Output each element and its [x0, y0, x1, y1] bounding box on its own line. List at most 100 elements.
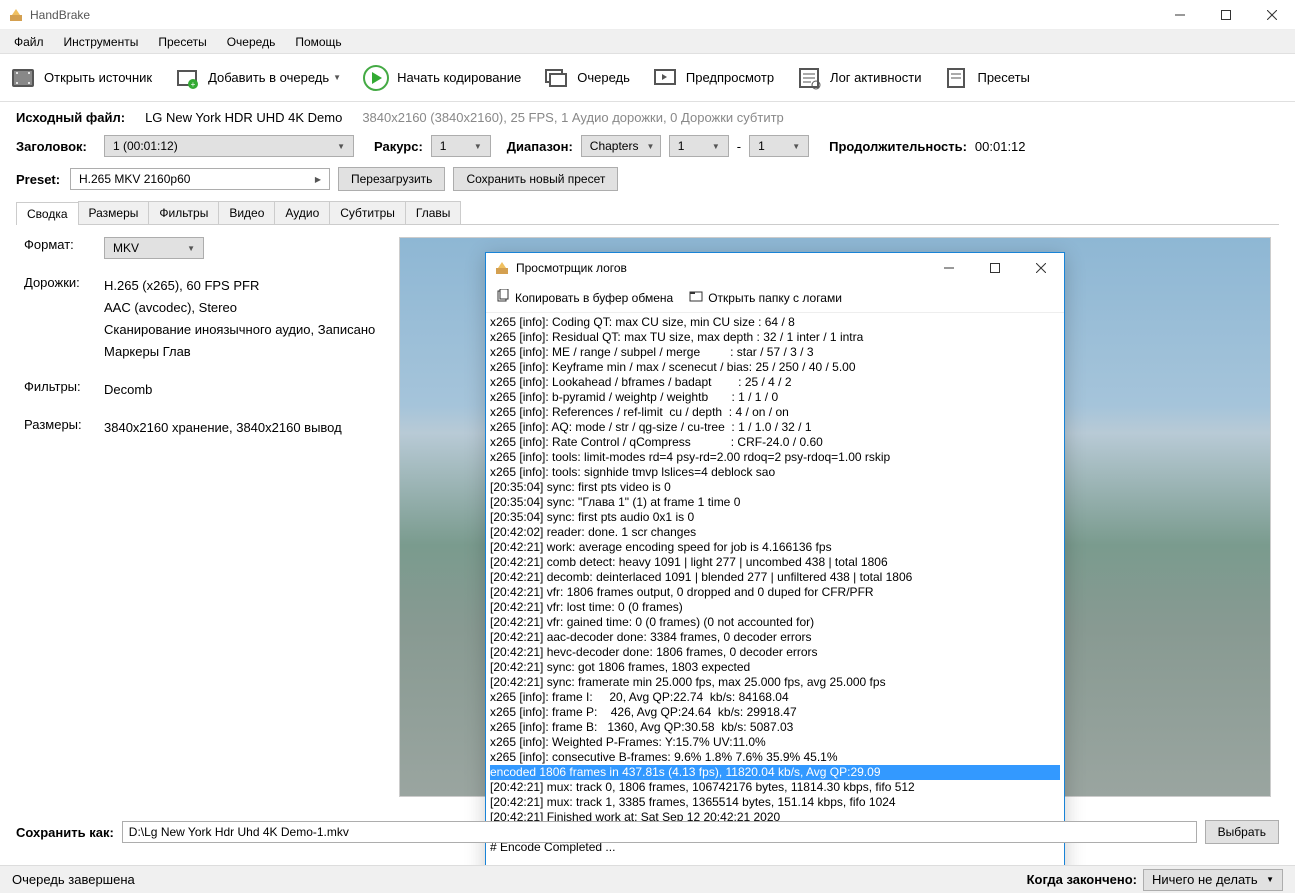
- log-line: x265 [info]: tools: signhide tmvp lslice…: [490, 465, 1060, 480]
- log-window-titlebar: Просмотрщик логов: [486, 253, 1064, 283]
- log-line: [20:35:04] sync: "Глава 1" (1) at frame …: [490, 495, 1060, 510]
- preview-icon: [650, 63, 680, 93]
- tab-summary[interactable]: Сводка: [16, 202, 79, 225]
- log-line: [20:42:21] vfr: gained time: 0 (0 frames…: [490, 615, 1060, 630]
- format-value: MKV: [113, 241, 139, 255]
- app-icon: [8, 7, 24, 23]
- save-as-row: Сохранить как: Выбрать: [16, 820, 1279, 844]
- range-label: Диапазон:: [507, 139, 573, 154]
- start-encode-label: Начать кодирование: [397, 70, 521, 85]
- log-line: [20:42:21] work: average encoding speed …: [490, 540, 1060, 555]
- activity-log-button[interactable]: Лог активности: [794, 63, 921, 93]
- queue-button[interactable]: Очередь: [541, 63, 630, 93]
- log-line: [20:42:21] vfr: lost time: 0 (0 frames): [490, 600, 1060, 615]
- chevron-right-icon: ▶: [315, 175, 321, 184]
- copy-log-button[interactable]: Копировать в буфер обмена: [496, 289, 673, 306]
- preset-combo[interactable]: H.265 MKV 2160p60 ▶: [70, 168, 330, 190]
- filters-label: Фильтры:: [24, 379, 104, 394]
- log-line: x265 [info]: AQ: mode / str / qg-size / …: [490, 420, 1060, 435]
- track-line: H.265 (x265), 60 FPS PFR: [104, 275, 375, 297]
- browse-button[interactable]: Выбрать: [1205, 820, 1279, 844]
- open-source-label: Открыть источник: [44, 70, 152, 85]
- menu-help[interactable]: Помощь: [285, 32, 351, 52]
- preset-value: H.265 MKV 2160p60: [79, 172, 190, 186]
- reload-preset-button[interactable]: Перезагрузить: [338, 167, 445, 191]
- add-queue-icon: +: [172, 63, 202, 93]
- tab-dimensions[interactable]: Размеры: [78, 201, 150, 224]
- chevron-down-icon: ▼: [333, 73, 341, 82]
- menu-tools[interactable]: Инструменты: [54, 32, 149, 52]
- presets-button[interactable]: Пресеты: [941, 63, 1029, 93]
- when-done-value: Ничего не делать: [1152, 872, 1258, 887]
- open-log-folder-button[interactable]: Открыть папку с логами: [689, 289, 842, 306]
- film-icon: [8, 63, 38, 93]
- log-line: x265 [info]: References / ref-limit cu /…: [490, 405, 1060, 420]
- menu-presets[interactable]: Пресеты: [148, 32, 216, 52]
- duration-value: 00:01:12: [975, 139, 1026, 154]
- log-text-area[interactable]: x265 [info]: Coding QT: max CU size, min…: [486, 313, 1064, 891]
- log-close-button[interactable]: [1018, 253, 1064, 283]
- range-dash: -: [737, 139, 741, 154]
- chevron-down-icon: ▼: [646, 142, 654, 151]
- range-from-combo[interactable]: 1▼: [669, 135, 729, 157]
- log-line: [20:42:21] hevc-decoder done: 1806 frame…: [490, 645, 1060, 660]
- log-line: x265 [info]: frame B: 1360, Avg QP:30.58…: [490, 720, 1060, 735]
- log-line: encoded 1806 frames in 437.81s (4.13 fps…: [490, 765, 1060, 780]
- tab-video[interactable]: Видео: [218, 201, 275, 224]
- window-close-button[interactable]: [1249, 0, 1295, 30]
- window-minimize-button[interactable]: [1157, 0, 1203, 30]
- window-maximize-button[interactable]: [1203, 0, 1249, 30]
- when-done-label: Когда закончено:: [1027, 872, 1137, 887]
- save-as-input[interactable]: [122, 821, 1197, 843]
- log-line: x265 [info]: Coding QT: max CU size, min…: [490, 315, 1060, 330]
- queue-status-text: Очередь завершена: [12, 872, 135, 887]
- log-line: x265 [info]: tools: limit-modes rd=4 psy…: [490, 450, 1060, 465]
- menubar: Файл Инструменты Пресеты Очередь Помощь: [0, 30, 1295, 54]
- copy-icon: [496, 289, 510, 306]
- log-line: x265 [info]: ME / range / subpel / merge…: [490, 345, 1060, 360]
- tab-subtitles[interactable]: Субтитры: [329, 201, 406, 224]
- track-line: Маркеры Глав: [104, 341, 375, 363]
- save-as-label: Сохранить как:: [16, 825, 114, 840]
- title-label: Заголовок:: [16, 139, 96, 154]
- settings-tabs: Сводка Размеры Фильтры Видео Аудио Субти…: [16, 201, 1279, 225]
- range-type-value: Chapters: [590, 139, 639, 153]
- preview-button[interactable]: Предпросмотр: [650, 63, 774, 93]
- tab-audio[interactable]: Аудио: [274, 201, 330, 224]
- start-encode-button[interactable]: Начать кодирование: [361, 63, 521, 93]
- source-file-label: Исходный файл:: [16, 110, 125, 125]
- log-maximize-button[interactable]: [972, 253, 1018, 283]
- main-toolbar: Открыть источник + Добавить в очередь ▼ …: [0, 54, 1295, 102]
- menu-file[interactable]: Файл: [4, 32, 54, 52]
- add-to-queue-button[interactable]: + Добавить в очередь ▼: [172, 63, 341, 93]
- chevron-down-icon: ▼: [187, 244, 195, 253]
- activity-log-label: Лог активности: [830, 70, 921, 85]
- presets-icon: [941, 63, 971, 93]
- title-value: 1 (00:01:12): [113, 139, 178, 153]
- range-type-combo[interactable]: Chapters ▼: [581, 135, 661, 157]
- menu-queue[interactable]: Очередь: [217, 32, 286, 52]
- when-done-combo[interactable]: Ничего не делать▼: [1143, 869, 1283, 891]
- tab-chapters[interactable]: Главы: [405, 201, 462, 224]
- dims-label: Размеры:: [24, 417, 104, 432]
- open-source-button[interactable]: Открыть источник: [8, 63, 152, 93]
- log-line: x265 [info]: frame I: 20, Avg QP:22.74 k…: [490, 690, 1060, 705]
- angle-label: Ракурс:: [374, 139, 423, 154]
- log-line: x265 [info]: frame P: 426, Avg QP:24.64 …: [490, 705, 1060, 720]
- preset-label: Preset:: [16, 172, 62, 187]
- log-line: x265 [info]: Lookahead / bframes / badap…: [490, 375, 1060, 390]
- preview-label: Предпросмотр: [686, 70, 774, 85]
- title-combo[interactable]: 1 (00:01:12) ▼: [104, 135, 354, 157]
- save-preset-button[interactable]: Сохранить новый пресет: [453, 167, 618, 191]
- angle-combo[interactable]: 1▼: [431, 135, 491, 157]
- tab-filters[interactable]: Фильтры: [148, 201, 219, 224]
- log-line: [20:42:21] aac-decoder done: 3384 frames…: [490, 630, 1060, 645]
- log-minimize-button[interactable]: [926, 253, 972, 283]
- log-line: [20:42:02] reader: done. 1 scr changes: [490, 525, 1060, 540]
- log-line: [20:35:04] sync: first pts audio 0x1 is …: [490, 510, 1060, 525]
- format-combo[interactable]: MKV ▼: [104, 237, 204, 259]
- log-line: x265 [info]: consecutive B-frames: 9.6% …: [490, 750, 1060, 765]
- open-folder-label: Открыть папку с логами: [708, 291, 842, 305]
- chevron-down-icon: ▼: [337, 142, 345, 151]
- range-to-combo[interactable]: 1▼: [749, 135, 809, 157]
